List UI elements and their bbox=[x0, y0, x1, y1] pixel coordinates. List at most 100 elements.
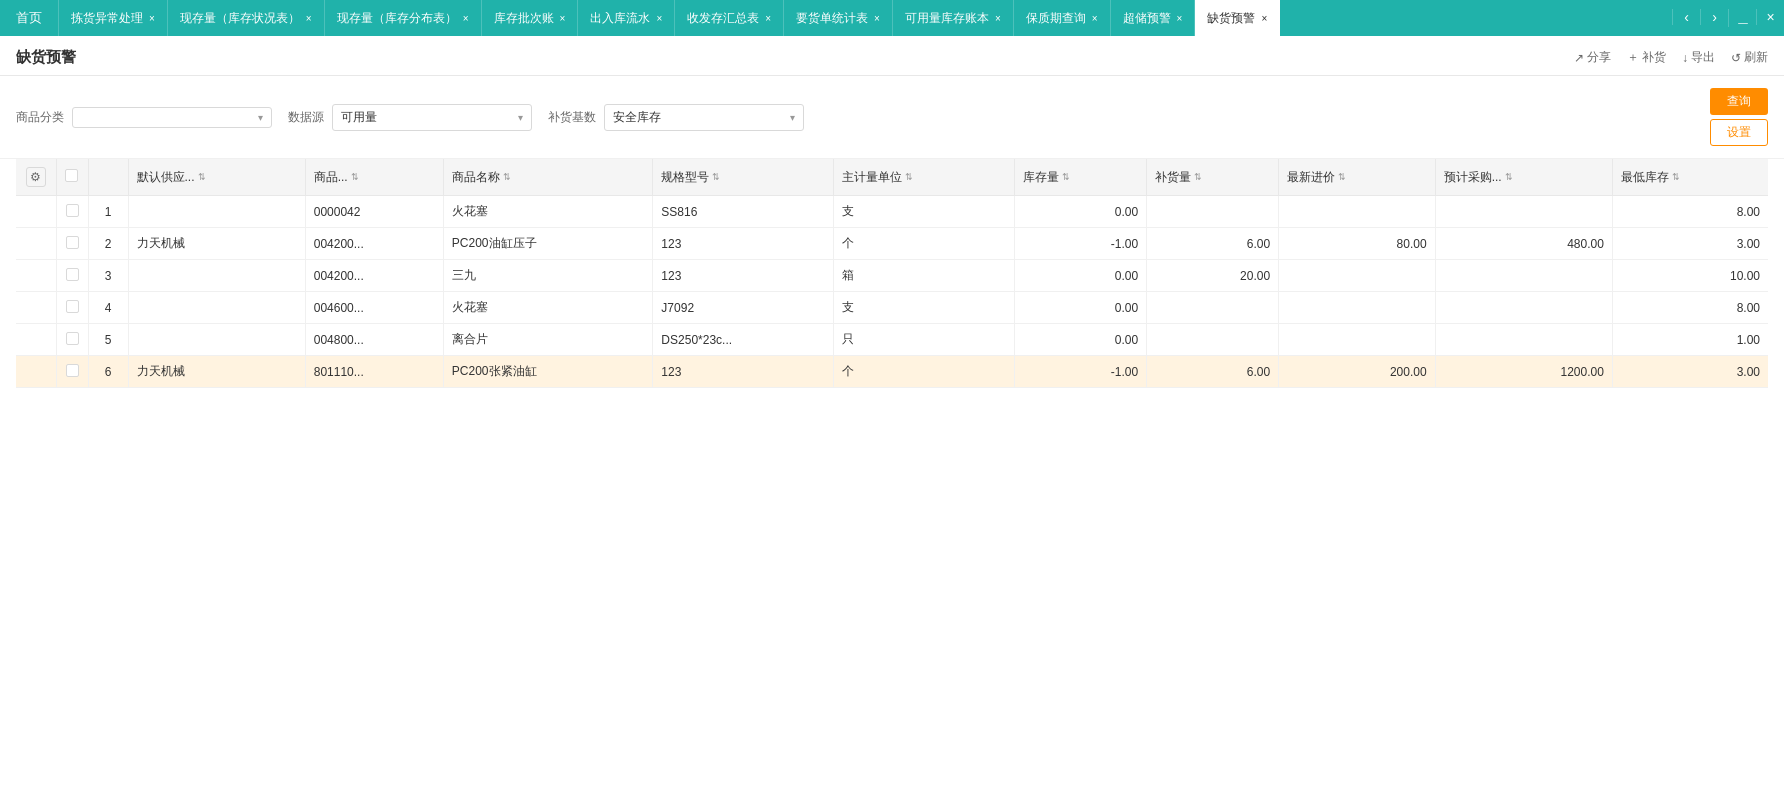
refresh-button[interactable]: ↺ 刷新 bbox=[1731, 49, 1768, 66]
tab-home[interactable]: 首页 bbox=[0, 0, 59, 36]
row-checkbox[interactable] bbox=[66, 364, 79, 377]
next-tab-button[interactable]: › bbox=[1700, 9, 1728, 25]
tab-demand-stats[interactable]: 要货单统计表 × bbox=[784, 0, 893, 36]
row-replenish-cell: 6.00 bbox=[1147, 228, 1279, 260]
row-check-cell[interactable] bbox=[56, 324, 88, 356]
tab-available-ledger[interactable]: 可用量库存账本 × bbox=[893, 0, 1014, 36]
row-check-cell[interactable] bbox=[56, 356, 88, 388]
col-spec-header[interactable]: 规格型号 ⇅ bbox=[653, 159, 834, 196]
row-check-cell[interactable] bbox=[56, 196, 88, 228]
spec-col-label: 规格型号 bbox=[661, 169, 709, 186]
table-row[interactable]: 4 004600... 火花塞 J7092 支 0.00 8.00 bbox=[16, 292, 1768, 324]
row-code-cell: 004200... bbox=[305, 260, 443, 292]
settings-button[interactable]: 设置 bbox=[1710, 119, 1768, 146]
close-icon[interactable]: × bbox=[1092, 13, 1098, 24]
export-button[interactable]: ↓ 导出 bbox=[1682, 49, 1715, 66]
close-icon[interactable]: × bbox=[995, 13, 1001, 24]
table-row[interactable]: 3 004200... 三九 123 箱 0.00 20.00 10.00 bbox=[16, 260, 1768, 292]
query-button[interactable]: 查询 bbox=[1710, 88, 1768, 115]
table-row[interactable]: 2 力天机械 004200... PC200油缸压子 123 个 -1.00 6… bbox=[16, 228, 1768, 260]
row-replenish-cell bbox=[1147, 324, 1279, 356]
row-name-cell: PC200油缸压子 bbox=[443, 228, 653, 260]
row-checkbox[interactable] bbox=[66, 204, 79, 217]
row-unit-cell: 箱 bbox=[834, 260, 1015, 292]
tab-batch-account[interactable]: 库存批次账 × bbox=[482, 0, 579, 36]
row-name-cell: 三九 bbox=[443, 260, 653, 292]
col-settings-header[interactable]: ⚙ bbox=[16, 159, 56, 196]
tab-overstock[interactable]: 超储预警 × bbox=[1111, 0, 1196, 36]
row-min-stock-cell: 1.00 bbox=[1612, 324, 1768, 356]
replenish-base-select[interactable]: 安全库存 ▾ bbox=[604, 104, 804, 131]
row-index-cell: 5 bbox=[88, 324, 128, 356]
share-icon: ↗ bbox=[1574, 51, 1584, 65]
col-code-header[interactable]: 商品... ⇅ bbox=[305, 159, 443, 196]
replenish-button[interactable]: ＋ 补货 bbox=[1627, 49, 1666, 66]
tab-nav-controls: ‹ › ＿ × bbox=[1672, 9, 1784, 27]
close-icon[interactable]: × bbox=[306, 13, 312, 24]
prev-tab-button[interactable]: ‹ bbox=[1672, 9, 1700, 25]
close-icon[interactable]: × bbox=[1261, 13, 1267, 24]
row-name-cell: 离合片 bbox=[443, 324, 653, 356]
tab-collect-summary[interactable]: 收发存汇总表 × bbox=[675, 0, 784, 36]
row-check-cell[interactable] bbox=[56, 260, 88, 292]
export-icon: ↓ bbox=[1682, 51, 1688, 65]
select-all-checkbox[interactable] bbox=[65, 169, 78, 182]
tab-inventory-dist[interactable]: 现存量（库存分布表） × bbox=[325, 0, 482, 36]
row-settings-cell bbox=[16, 292, 56, 324]
sort-icon: ⇅ bbox=[905, 172, 913, 182]
row-settings-cell bbox=[16, 324, 56, 356]
tab-inventory-dist-label: 现存量（库存分布表） bbox=[337, 10, 457, 27]
row-checkbox[interactable] bbox=[66, 236, 79, 249]
tab-expiry-query[interactable]: 保质期查询 × bbox=[1014, 0, 1111, 36]
chevron-down-icon: ▾ bbox=[258, 112, 263, 123]
chevron-down-icon: ▾ bbox=[790, 112, 795, 123]
minimize-button[interactable]: ＿ bbox=[1728, 9, 1756, 27]
close-icon[interactable]: × bbox=[463, 13, 469, 24]
tab-stockout[interactable]: 缺货预警 × bbox=[1195, 0, 1280, 36]
row-est-purchase-cell bbox=[1435, 292, 1612, 324]
close-icon[interactable]: × bbox=[560, 13, 566, 24]
table-row[interactable]: 5 004800... 离合片 DS250*23c... 只 0.00 1.00 bbox=[16, 324, 1768, 356]
tab-in-out-flow[interactable]: 出入库流水 × bbox=[578, 0, 675, 36]
tab-inventory-status[interactable]: 现存量（库存状况表） × bbox=[168, 0, 325, 36]
col-replenish-header[interactable]: 补货量 ⇅ bbox=[1147, 159, 1279, 196]
table-row[interactable]: 6 力天机械 801110... PC200张紧油缸 123 个 -1.00 6… bbox=[16, 356, 1768, 388]
close-icon[interactable]: × bbox=[874, 13, 880, 24]
sort-icon: ⇅ bbox=[1338, 172, 1346, 182]
row-checkbox[interactable] bbox=[66, 268, 79, 281]
close-icon[interactable]: × bbox=[149, 13, 155, 24]
filter-actions: 查询 设置 bbox=[1710, 88, 1768, 146]
col-name-header[interactable]: 商品名称 ⇅ bbox=[443, 159, 653, 196]
col-check-header[interactable] bbox=[56, 159, 88, 196]
row-supplier-cell: 力天机械 bbox=[128, 228, 305, 260]
table-container: ⚙ 默认供应... ⇅ 商品.. bbox=[0, 159, 1784, 388]
row-checkbox[interactable] bbox=[66, 332, 79, 345]
row-index-cell: 4 bbox=[88, 292, 128, 324]
table-row[interactable]: 1 0000042 火花塞 SS816 支 0.00 8.00 bbox=[16, 196, 1768, 228]
col-supplier-header[interactable]: 默认供应... ⇅ bbox=[128, 159, 305, 196]
col-est-purchase-header[interactable]: 预计采购... ⇅ bbox=[1435, 159, 1612, 196]
replenish-icon: ＋ bbox=[1627, 49, 1639, 66]
gear-icon[interactable]: ⚙ bbox=[26, 167, 46, 187]
close-window-button[interactable]: × bbox=[1756, 9, 1784, 25]
col-latest-price-header[interactable]: 最新进价 ⇅ bbox=[1279, 159, 1436, 196]
col-stock-header[interactable]: 库存量 ⇅ bbox=[1015, 159, 1147, 196]
close-icon[interactable]: × bbox=[765, 13, 771, 24]
category-select[interactable]: ▾ bbox=[72, 107, 272, 128]
col-unit-header[interactable]: 主计量单位 ⇅ bbox=[834, 159, 1015, 196]
row-check-cell[interactable] bbox=[56, 228, 88, 260]
tab-expiry-query-label: 保质期查询 bbox=[1026, 10, 1086, 27]
row-checkbox[interactable] bbox=[66, 300, 79, 313]
close-icon[interactable]: × bbox=[656, 13, 662, 24]
share-button[interactable]: ↗ 分享 bbox=[1574, 49, 1611, 66]
row-supplier-cell bbox=[128, 324, 305, 356]
close-icon[interactable]: × bbox=[1177, 13, 1183, 24]
col-min-stock-header[interactable]: 最低库存 ⇅ bbox=[1612, 159, 1768, 196]
row-min-stock-cell: 10.00 bbox=[1612, 260, 1768, 292]
tab-overstock-label: 超储预警 bbox=[1123, 10, 1171, 27]
tab-abnormal[interactable]: 拣货异常处理 × bbox=[59, 0, 168, 36]
row-check-cell[interactable] bbox=[56, 292, 88, 324]
row-unit-cell: 支 bbox=[834, 196, 1015, 228]
datasource-select[interactable]: 可用量 ▾ bbox=[332, 104, 532, 131]
sort-icon: ⇅ bbox=[1672, 172, 1680, 182]
